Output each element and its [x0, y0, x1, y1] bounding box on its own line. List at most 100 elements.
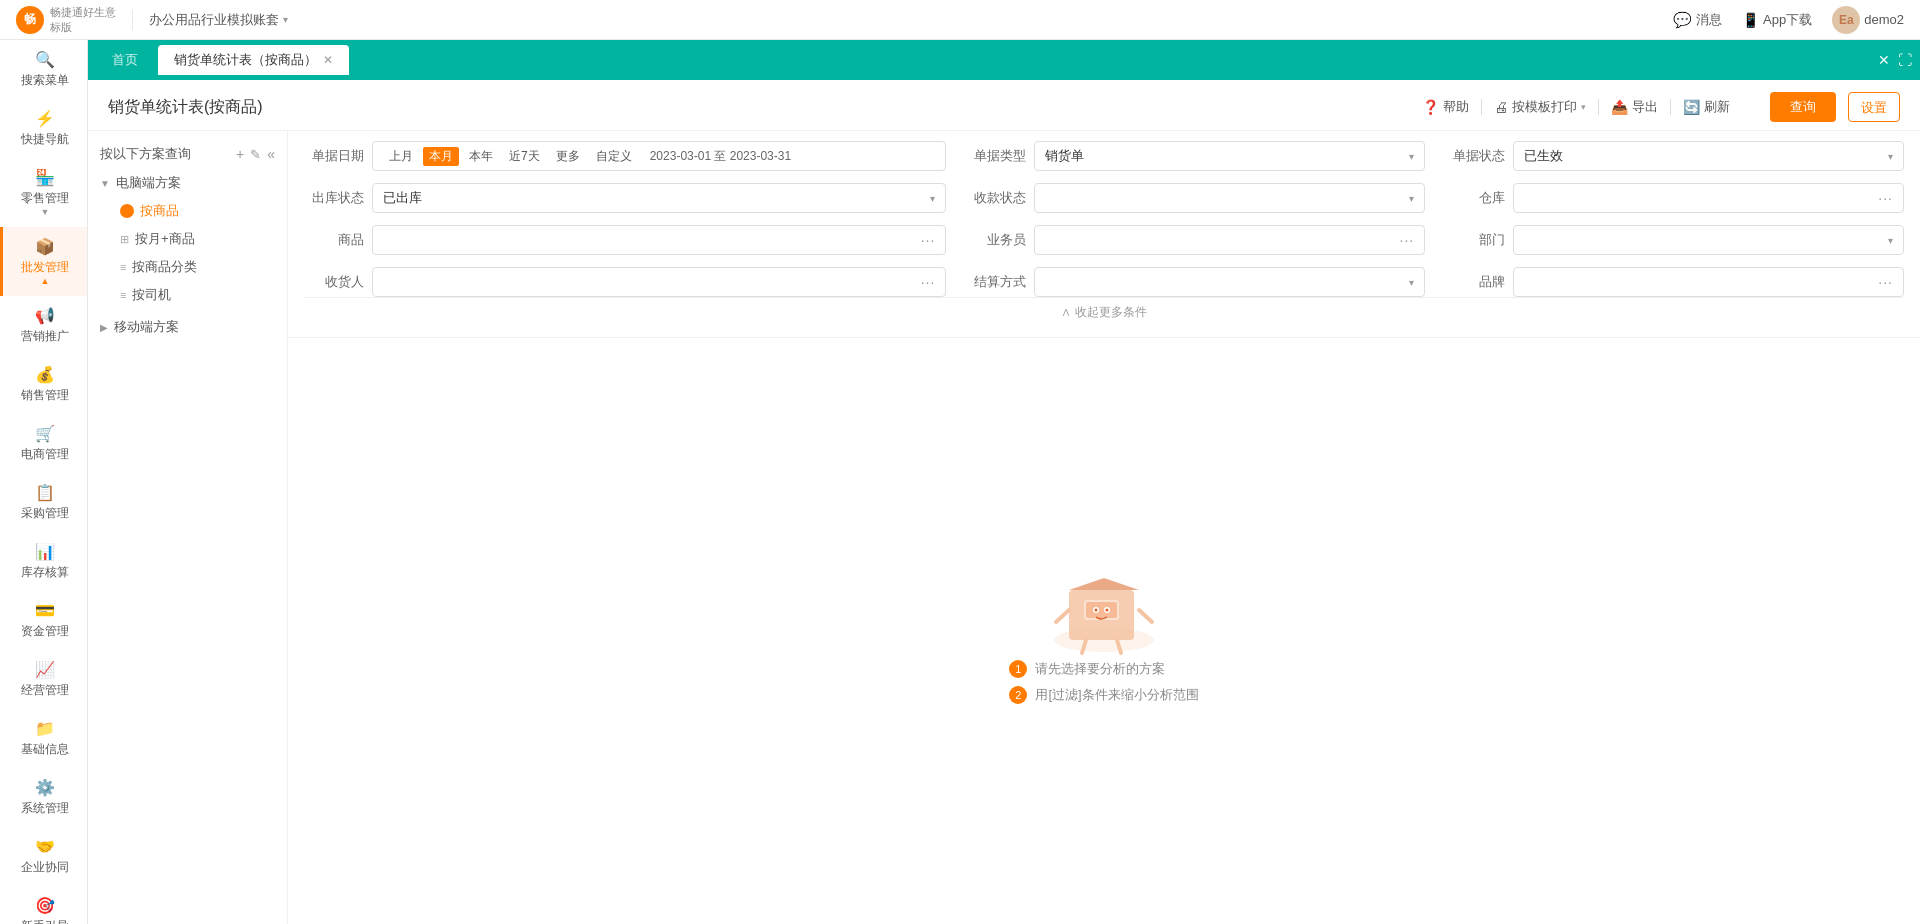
- sidebar-item-operations[interactable]: 📈 经营管理: [0, 650, 87, 709]
- panel-add-btn[interactable]: +: [236, 146, 244, 162]
- date-shortcut-more[interactable]: 更多: [550, 147, 586, 166]
- sidebar-item-label: 零售管理: [21, 190, 69, 207]
- category-icon: ≡: [120, 261, 126, 273]
- logo-area: 畅 畅捷通好生意标版: [16, 5, 116, 34]
- sidebar-item-retail[interactable]: 🏪 零售管理 ▼: [0, 158, 87, 227]
- filter-brand-item: 品牌 ···: [1445, 267, 1904, 297]
- main-layout: 🔍 搜索菜单 ⚡ 快捷导航 🏪 零售管理 ▼ 📦 批发管理 ▲ 📢 营销推广 💰…: [0, 40, 1920, 924]
- panel-collapse-btn[interactable]: «: [267, 146, 275, 162]
- sidebar-item-sales[interactable]: 💰 销售管理: [0, 355, 87, 414]
- sidebar-item-ecom[interactable]: 🛒 电商管理: [0, 414, 87, 473]
- message-btn[interactable]: 💬 消息: [1673, 11, 1722, 29]
- sidebar-item-marketing[interactable]: 📢 营销推广: [0, 296, 87, 355]
- search-nav-icon: 🔍: [35, 50, 55, 69]
- base-icon: 📁: [35, 719, 55, 738]
- sidebar-item-enterprise[interactable]: 🤝 企业协同: [0, 827, 87, 886]
- operations-icon: 📈: [35, 660, 55, 679]
- empty-illustration: [1044, 550, 1164, 660]
- settings-button[interactable]: 设置: [1848, 92, 1900, 122]
- svg-point-8: [1106, 609, 1109, 612]
- filter-date-item: 单据日期 上月 本月 本年 近7天 更多 自定义: [304, 141, 946, 171]
- sidebar-item-system[interactable]: ⚙️ 系统管理: [0, 768, 87, 827]
- doc-status-control[interactable]: 已生效 ▾: [1513, 141, 1904, 171]
- tree-item-by-category[interactable]: ≡ 按商品分类: [88, 253, 287, 281]
- date-shortcut-this-month[interactable]: 本月: [423, 147, 459, 166]
- recv-status-arrow-icon: ▾: [1409, 193, 1414, 204]
- tree-section-pc[interactable]: ▼ 电脑端方案: [88, 169, 287, 197]
- recv-status-label: 收款状态: [966, 189, 1026, 207]
- avatar: Ea: [1832, 6, 1860, 34]
- payment-control[interactable]: ▾: [1034, 267, 1425, 297]
- tab-close-btn[interactable]: ✕: [323, 53, 333, 67]
- industry-selector[interactable]: 办公用品行业模拟账套 ▾: [149, 11, 288, 29]
- recv-status-control[interactable]: ▾: [1034, 183, 1425, 213]
- tree-item-by-month-goods[interactable]: ⊞ 按月+商品: [88, 225, 287, 253]
- collapse-filters-btn[interactable]: ∧ 收起更多条件: [304, 297, 1904, 327]
- sidebar-item-guide[interactable]: 🎯 新手引导: [0, 886, 87, 924]
- query-button[interactable]: 查询: [1770, 92, 1836, 122]
- sidebar-item-purchase[interactable]: 📋 采购管理: [0, 473, 87, 532]
- guide-icon: 🎯: [35, 896, 55, 915]
- recipient-label: 收货人: [304, 273, 364, 291]
- tree-item-by-cashier[interactable]: ≡ 按司机: [88, 281, 287, 309]
- left-panel: 按以下方案查询 + ✎ « ▼ 电脑端方案 按商品: [88, 131, 288, 924]
- divider-1: [1481, 99, 1482, 115]
- out-status-control[interactable]: 已出库 ▾: [372, 183, 946, 213]
- dept-control[interactable]: ▾: [1513, 225, 1904, 255]
- tab-home[interactable]: 首页: [96, 45, 154, 75]
- close-window-icon[interactable]: ✕: [1878, 52, 1890, 68]
- page-header: 销货单统计表(按商品) ❓ 帮助 🖨 按模板打印 ▾ 📤: [88, 80, 1920, 131]
- filter-doc-type-item: 单据类型 销货单 ▾: [966, 141, 1425, 171]
- tree-item-by-goods[interactable]: 按商品: [88, 197, 287, 225]
- brand-dots-icon: ···: [1878, 274, 1893, 290]
- sidebar-item-search[interactable]: 🔍 搜索菜单: [0, 40, 87, 99]
- quick-nav-icon: ⚡: [35, 109, 55, 128]
- goods-control[interactable]: ···: [372, 225, 946, 255]
- print-arrow-icon: ▾: [1581, 102, 1586, 112]
- help-icon: ❓: [1422, 99, 1439, 115]
- refresh-btn[interactable]: 🔄 刷新: [1683, 98, 1730, 116]
- user-menu[interactable]: Ea demo2: [1832, 6, 1904, 34]
- sidebar-item-label: 销售管理: [21, 387, 69, 404]
- filter-doc-status-item: 单据状态 已生效 ▾: [1445, 141, 1904, 171]
- sidebar-item-base[interactable]: 📁 基础信息: [0, 709, 87, 768]
- panel-edit-btn[interactable]: ✎: [250, 147, 261, 162]
- print-btn[interactable]: 🖨 按模板打印 ▾: [1494, 98, 1586, 116]
- brand-control[interactable]: ···: [1513, 267, 1904, 297]
- goods-label: 商品: [304, 231, 364, 249]
- doc-type-arrow-icon: ▾: [1409, 151, 1414, 162]
- tree-section-mobile[interactable]: ▶ 移动端方案: [88, 313, 287, 341]
- date-shortcut-this-year[interactable]: 本年: [463, 147, 499, 166]
- date-shortcut-7days[interactable]: 近7天: [503, 147, 546, 166]
- filter-salesperson-item: 业务员 ···: [966, 225, 1425, 255]
- help-btn[interactable]: ❓ 帮助: [1422, 98, 1469, 116]
- enterprise-icon: 🤝: [35, 837, 55, 856]
- doc-type-label: 单据类型: [966, 147, 1026, 165]
- svg-line-10: [1139, 610, 1152, 622]
- recipient-control[interactable]: ···: [372, 267, 946, 297]
- dept-label: 部门: [1445, 231, 1505, 249]
- app-download-btn[interactable]: 📱 App下载: [1742, 11, 1812, 29]
- warehouse-control[interactable]: ···: [1513, 183, 1904, 213]
- sidebar-item-inventory[interactable]: 📊 库存核算: [0, 532, 87, 591]
- sidebar-item-label: 系统管理: [21, 800, 69, 817]
- sidebar-item-wholesale[interactable]: 📦 批发管理 ▲: [0, 227, 87, 296]
- panel-title: 按以下方案查询: [100, 145, 191, 163]
- header-right: 💬 消息 📱 App下载 Ea demo2: [1673, 6, 1904, 34]
- date-shortcut-custom[interactable]: 自定义: [590, 147, 638, 166]
- sidebar-item-finance[interactable]: 💳 资金管理: [0, 591, 87, 650]
- date-shortcuts: 上月 本月 本年 近7天 更多 自定义: [383, 147, 638, 166]
- sidebar-item-quick-nav[interactable]: ⚡ 快捷导航: [0, 99, 87, 158]
- maximize-window-icon[interactable]: ⛶: [1898, 52, 1912, 68]
- divider-2: [1598, 99, 1599, 115]
- date-control[interactable]: 上月 本月 本年 近7天 更多 自定义 2023-03-01 至 2023-03…: [372, 141, 946, 171]
- salesperson-control[interactable]: ···: [1034, 225, 1425, 255]
- tab-sales-stat[interactable]: 销货单统计表（按商品） ✕: [158, 45, 349, 75]
- doc-type-control[interactable]: 销货单 ▾: [1034, 141, 1425, 171]
- finance-icon: 💳: [35, 601, 55, 620]
- svg-point-7: [1095, 609, 1098, 612]
- filter-panel: 单据日期 上月 本月 本年 近7天 更多 自定义: [288, 131, 1920, 338]
- export-btn[interactable]: 📤 导出: [1611, 98, 1658, 116]
- date-shortcut-last-month[interactable]: 上月: [383, 147, 419, 166]
- sidebar-item-label: 搜索菜单: [21, 72, 69, 89]
